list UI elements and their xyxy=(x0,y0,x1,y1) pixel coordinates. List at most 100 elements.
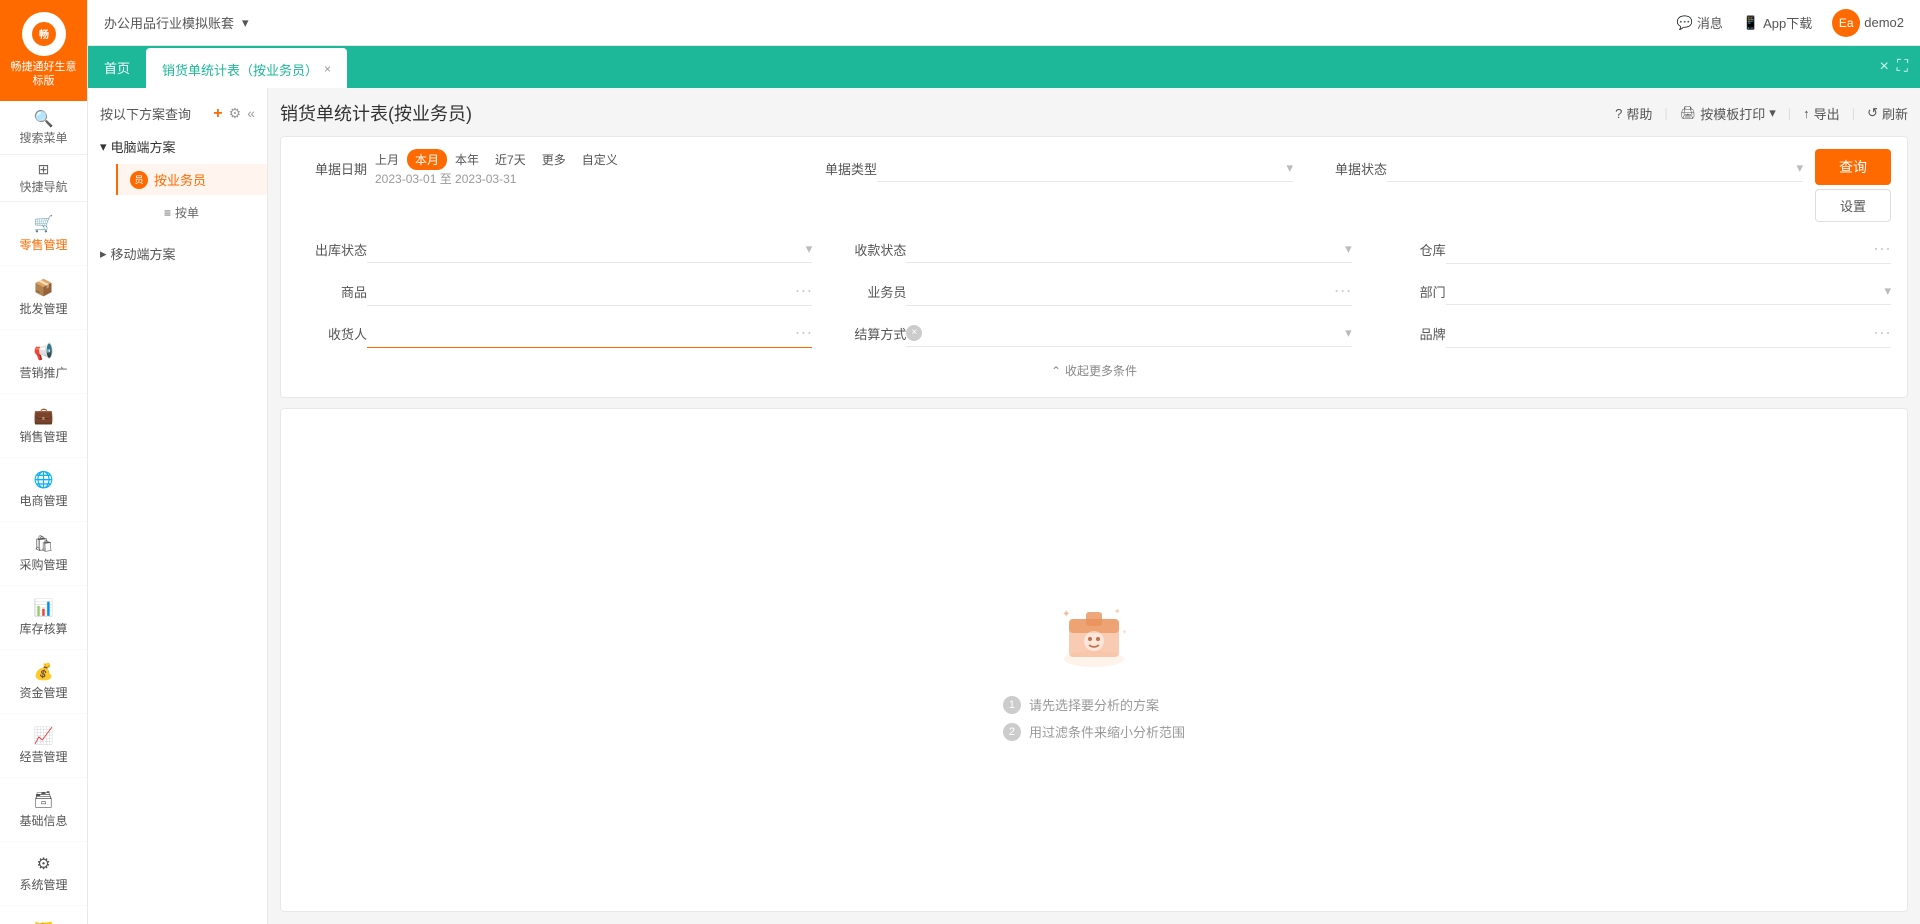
window-expand-button[interactable]: ⛶ xyxy=(1897,58,1908,76)
ecommerce-icon: 🌐 xyxy=(4,470,83,490)
brand-dots[interactable]: ··· xyxy=(1873,322,1891,343)
refresh-button[interactable]: ↺ 刷新 xyxy=(1867,104,1908,123)
desktop-section-title[interactable]: ▾ 电脑端方案 xyxy=(88,133,267,160)
sidebar-item-marketing[interactable]: 📢 营销推广 xyxy=(0,330,87,394)
export-button[interactable]: ↑ 导出 xyxy=(1803,104,1840,123)
top-header-right: 💬 消息 📱 App下载 Ea demo2 xyxy=(1677,9,1904,37)
product-label: 商品 xyxy=(297,282,367,301)
filter-row3: 商品 ··· 业务员 ··· 部门 xyxy=(297,276,1891,306)
product-input[interactable]: ··· xyxy=(367,276,812,306)
date-options: 上月 本月 本年 近7天 更多 自定义 xyxy=(367,149,783,170)
warehouse-label: 仓库 xyxy=(1376,240,1446,259)
refresh-label: 刷新 xyxy=(1882,104,1908,123)
sidebar-search[interactable]: 🔍 搜索菜单 xyxy=(0,101,87,155)
collection-arrow: ▾ xyxy=(1345,241,1352,257)
consignee-dots[interactable]: ··· xyxy=(794,322,812,343)
divider2: | xyxy=(1788,106,1791,121)
step1-num: 1 xyxy=(1003,696,1021,714)
left-panel-actions: + ⚙ « xyxy=(213,105,255,123)
salesperson-label: 业务员 xyxy=(836,282,906,301)
scheme-settings-icon[interactable]: ⚙ xyxy=(229,105,242,123)
department-dropdown[interactable]: ▾ xyxy=(1446,277,1891,305)
status-filter-dropdown[interactable]: ▾ xyxy=(1387,154,1803,182)
date-opt-custom[interactable]: 自定义 xyxy=(574,149,626,170)
query-button[interactable]: 查询 xyxy=(1815,149,1891,185)
date-opt-last7days[interactable]: 近7天 xyxy=(487,149,534,170)
left-panel-header: 按以下方案查询 + ⚙ « xyxy=(88,98,267,129)
desktop-subsection: 员 按业务员 ≡ 按单 xyxy=(88,160,267,234)
add-scheme-button[interactable]: + xyxy=(213,105,222,123)
sidebar-item-enterprise[interactable]: 🤝 企业协同 xyxy=(0,906,87,924)
mobile-section[interactable]: ▸ 移动端方案 xyxy=(88,238,267,269)
scheme-by-order[interactable]: ≡ 按单 xyxy=(156,199,267,226)
out-status-arrow: ▾ xyxy=(806,241,813,257)
template-print-button[interactable]: 🖨 按模板打印 ▾ xyxy=(1680,104,1776,123)
scheme-by-salesperson[interactable]: 员 按业务员 xyxy=(116,164,267,195)
empty-illustration: ✦ ✦ ✦ xyxy=(1044,579,1144,679)
salesperson-dots[interactable]: ··· xyxy=(1334,280,1352,301)
sidebar-item-operations[interactable]: 📈 经营管理 xyxy=(0,714,87,778)
window-close-button[interactable]: × xyxy=(1879,58,1888,76)
sidebar-item-basics[interactable]: 🗃 基础信息 xyxy=(0,778,87,842)
collapse-up-icon: ⌃ xyxy=(1051,364,1061,378)
date-opt-thismonth[interactable]: 本月 xyxy=(407,149,447,170)
type-filter-dropdown[interactable]: ▾ xyxy=(877,154,1293,182)
order-icon: ≡ xyxy=(164,206,171,220)
status-filter-item: 单据状态 ▾ xyxy=(1317,154,1803,182)
sidebar-item-procurement[interactable]: 🛍 采购管理 xyxy=(0,522,87,586)
settlement-dropdown[interactable]: × ▾ xyxy=(906,319,1351,347)
department-arrow: ▾ xyxy=(1884,283,1891,299)
brand-input[interactable]: ··· xyxy=(1446,318,1891,348)
main-content: 办公用品行业模拟账套 ▾ 💬 消息 📱 App下载 Ea demo2 xyxy=(88,0,1920,924)
sidebar-item-ecommerce[interactable]: 🌐 电商管理 xyxy=(0,458,87,522)
collection-dropdown[interactable]: ▾ xyxy=(906,235,1351,263)
salesperson-input[interactable]: ··· xyxy=(906,276,1351,306)
collapse-panel-icon[interactable]: « xyxy=(247,105,255,123)
sidebar-item-finance[interactable]: 💰 资金管理 xyxy=(0,650,87,714)
sidebar-menu-list: 🛒 零售管理 📦 批发管理 📢 营销推广 💼 销售管理 🌐 电商管理 🛍 采购管… xyxy=(0,202,87,924)
settings-button[interactable]: 设置 xyxy=(1815,189,1891,222)
mobile-section-label: 移动端方案 xyxy=(111,244,176,263)
divider1: | xyxy=(1664,106,1667,121)
user-menu[interactable]: Ea demo2 xyxy=(1832,9,1904,37)
tab-active[interactable]: 销货单统计表（按业务员） × xyxy=(146,48,347,90)
type-arrow-icon: ▾ xyxy=(1286,160,1293,176)
consignee-input[interactable]: ··· xyxy=(367,318,812,348)
quick-nav-label: 快捷导航 xyxy=(0,178,87,195)
sidebar-item-inventory[interactable]: 📊 库存核算 xyxy=(0,586,87,650)
refresh-icon: ↺ xyxy=(1867,105,1878,121)
right-content: 销货单统计表(按业务员) ? 帮助 | 🖨 按模板打印 ▾ | ↑ xyxy=(268,88,1920,924)
sidebar-logo[interactable]: 畅 畅捷通好生意 标版 xyxy=(0,0,87,101)
tab-close-icon[interactable]: × xyxy=(324,62,331,76)
app-download-button[interactable]: 📱 App下载 xyxy=(1743,13,1812,32)
sidebar-item-wholesale[interactable]: 📦 批发管理 xyxy=(0,266,87,330)
collapse-filters-button[interactable]: ⌃ 收起更多条件 xyxy=(297,356,1891,385)
sidebar-item-system[interactable]: ⚙ 系统管理 xyxy=(0,842,87,906)
date-opt-lastmonth[interactable]: 上月 xyxy=(367,149,407,170)
department-label: 部门 xyxy=(1376,282,1446,301)
warehouse-dots[interactable]: ··· xyxy=(1873,238,1891,259)
sidebar-quick-nav[interactable]: ⊞ 快捷导航 xyxy=(0,155,87,202)
sidebar-item-retail[interactable]: 🛒 零售管理 xyxy=(0,202,87,266)
basics-icon: 🗃 xyxy=(4,790,83,810)
help-button[interactable]: ? 帮助 xyxy=(1615,104,1652,123)
inventory-label: 库存核算 xyxy=(4,620,83,637)
date-filter-item: 单据日期 上月 本月 本年 近7天 更多 自定义 xyxy=(297,149,783,187)
warehouse-input[interactable]: ··· xyxy=(1446,234,1891,264)
tab-bar: 首页 销货单统计表（按业务员） × × ⛶ xyxy=(88,46,1920,88)
date-opt-thisyear[interactable]: 本年 xyxy=(447,149,487,170)
procurement-icon: 🛍 xyxy=(4,534,83,554)
suite-dropdown[interactable]: ▾ xyxy=(242,15,249,31)
collapse-label: 收起更多条件 xyxy=(1065,362,1137,379)
date-label: 单据日期 xyxy=(297,159,367,178)
out-status-dropdown[interactable]: ▾ xyxy=(367,235,812,263)
message-button[interactable]: 💬 消息 xyxy=(1677,13,1723,32)
svg-text:✦: ✦ xyxy=(1114,607,1121,616)
settlement-clear-button[interactable]: × xyxy=(906,325,922,341)
date-opt-more[interactable]: 更多 xyxy=(534,149,574,170)
salesperson-item: 业务员 ··· xyxy=(836,276,1351,306)
sidebar-item-sales[interactable]: 💼 销售管理 xyxy=(0,394,87,458)
tab-home[interactable]: 首页 xyxy=(88,46,146,88)
product-dots[interactable]: ··· xyxy=(794,280,812,301)
suite-title: 办公用品行业模拟账套 xyxy=(104,13,234,32)
